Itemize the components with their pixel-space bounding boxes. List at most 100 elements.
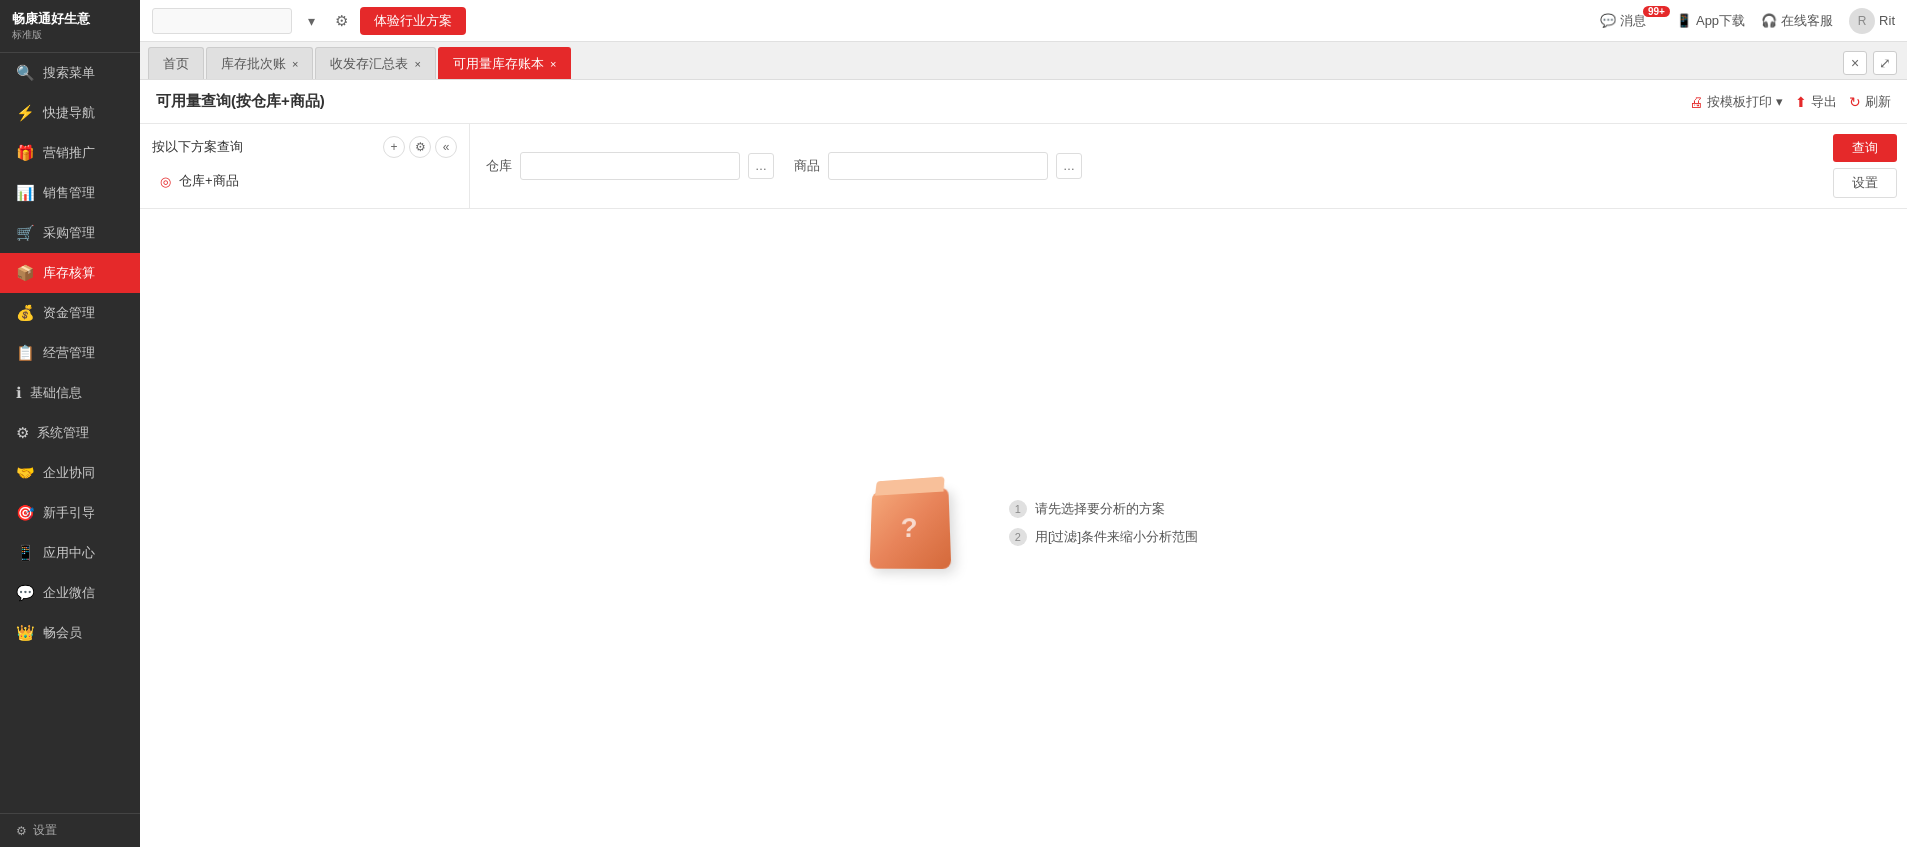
sidebar-item-operations[interactable]: 📋 经营管理 [0,333,140,373]
scheme-item[interactable]: ◎ 仓库+商品 [152,166,457,196]
service-icon: 🎧 [1761,13,1777,28]
tabs-bar-right: × ⤢ [1843,51,1907,79]
scheme-item-icon: ◎ [160,174,171,189]
sidebar-icon-enterprise: 🤝 [16,464,35,482]
sidebar-settings[interactable]: ⚙ 设置 [0,813,140,847]
service-btn[interactable]: 🎧 在线客服 [1761,12,1833,30]
sidebar-item-inventory[interactable]: 📦 库存核算 [0,253,140,293]
tab-summary[interactable]: 收发存汇总表 × [315,47,435,79]
sidebar-icon-purchase: 🛒 [16,224,35,242]
user-menu-btn[interactable]: R Rit [1849,8,1895,34]
msg-icon: 💬 [1600,13,1616,28]
add-scheme-btn[interactable]: + [383,136,405,158]
print-btn[interactable]: 🖨 按模板打印 ▾ [1689,93,1783,111]
sidebar-item-member[interactable]: 👑 畅会员 [0,613,140,653]
query-settings-btn[interactable]: 设置 [1833,168,1897,198]
sidebar-icon-marketing-promo: 🎁 [16,144,35,162]
msg-btn[interactable]: 💬 消息 99+ [1600,12,1660,30]
sidebar-settings-label: 设置 [33,822,57,839]
hint-text-2: 用[过滤]条件来缩小分析范围 [1035,528,1198,546]
sidebar-icon-shortcut: ⚡ [16,104,35,122]
sidebar-item-system[interactable]: ⚙ 系统管理 [0,413,140,453]
warehouse-input[interactable] [520,152,740,180]
empty-hint-1: 1 请先选择要分析的方案 [1009,500,1198,518]
sidebar-header: 畅康通好生意 标准版 [0,0,140,53]
tab-close-btn[interactable]: × [1843,51,1867,75]
topbar-gear-btn[interactable]: ⚙ [330,10,352,32]
hint-num-2: 2 [1009,528,1027,546]
brand-version: 标准版 [12,28,128,42]
sidebar-item-shortcut[interactable]: ⚡ 快捷导航 [0,93,140,133]
sidebar-label-shortcut: 快捷导航 [43,104,95,122]
empty-state: 1 请先选择要分析的方案 2 用[过滤]条件来缩小分析范围 [140,209,1907,847]
sidebar-icon-member: 👑 [16,624,35,642]
msg-label: 消息 [1620,12,1646,30]
app-download-btn[interactable]: 📱 App下载 [1676,12,1745,30]
sidebar-icon-basic-info: ℹ [16,384,22,402]
sidebar-item-app-center[interactable]: 📱 应用中心 [0,533,140,573]
goods-input[interactable] [828,152,1048,180]
tab-available-close[interactable]: × [550,58,556,70]
hint-num-1: 1 [1009,500,1027,518]
sidebar-item-enterprise[interactable]: 🤝 企业协同 [0,453,140,493]
sidebar-item-newcomer[interactable]: 🎯 新手引导 [0,493,140,533]
print-label: 按模板打印 [1707,93,1772,111]
query-sidebar-icons: + ⚙ « [383,136,457,158]
tab-home-label: 首页 [163,55,189,73]
username: Rit [1879,13,1895,28]
sidebar-icon-finance: 💰 [16,304,35,322]
sidebar-icon-app-center: 📱 [16,544,35,562]
sidebar-item-search[interactable]: 🔍 搜索菜单 [0,53,140,93]
topbar: ▾ ⚙ 体验行业方案 💬 消息 99+ 📱 App下载 🎧 在线客服 R Rit [140,0,1907,42]
sidebar-item-purchase[interactable]: 🛒 采购管理 [0,213,140,253]
tab-summary-close[interactable]: × [414,58,420,70]
warehouse-field: 仓库 … [486,152,774,180]
page-header: 可用量查询(按仓库+商品) 🖨 按模板打印 ▾ ⬆ 导出 ↻ 刷新 [140,80,1907,124]
tab-maximize-btn[interactable]: ⤢ [1873,51,1897,75]
collapse-btn[interactable]: « [435,136,457,158]
search-input[interactable] [152,8,292,34]
sidebar-item-wechat[interactable]: 💬 企业微信 [0,573,140,613]
tab-home[interactable]: 首页 [148,47,204,79]
sidebar-item-basic-info[interactable]: ℹ 基础信息 [0,373,140,413]
query-scheme-sidebar: 按以下方案查询 + ⚙ « ◎ 仓库+商品 [140,124,470,208]
sidebar-label-search: 搜索菜单 [43,64,95,82]
sidebar-label-operations: 经营管理 [43,344,95,362]
sidebar-label-newcomer: 新手引导 [43,504,95,522]
sidebar-item-finance[interactable]: 💰 资金管理 [0,293,140,333]
query-execute-btn[interactable]: 查询 [1833,134,1897,162]
topbar-right: 💬 消息 99+ 📱 App下载 🎧 在线客服 R Rit [1600,8,1895,34]
msg-badge: 99+ [1643,6,1670,17]
sidebar-label-member: 畅会员 [43,624,82,642]
tab-available-label: 可用量库存账本 [453,55,544,73]
trial-btn[interactable]: 体验行业方案 [360,7,466,35]
settings-icon: ⚙ [16,824,27,838]
empty-hints: 1 请先选择要分析的方案 2 用[过滤]条件来缩小分析范围 [1009,500,1198,556]
tabs-bar: 首页 库存批次账 × 收发存汇总表 × 可用量库存账本 × × ⤢ [140,42,1907,80]
sidebar-icon-operations: 📋 [16,344,35,362]
sidebar-label-finance: 资金管理 [43,304,95,322]
warehouse-more-btn[interactable]: … [748,153,774,179]
page-title: 可用量查询(按仓库+商品) [156,92,325,111]
goods-more-btn[interactable]: … [1056,153,1082,179]
sidebar-nav: 🔍 搜索菜单 ⚡ 快捷导航 🎁 营销推广 📊 销售管理 🛒 采购管理 📦 库存核… [0,53,140,813]
scheme-settings-btn[interactable]: ⚙ [409,136,431,158]
app-label: App下载 [1696,12,1745,30]
sidebar-label-purchase: 采购管理 [43,224,95,242]
sidebar-label-app-center: 应用中心 [43,544,95,562]
tab-batch-close[interactable]: × [292,58,298,70]
hint-text-1: 请先选择要分析的方案 [1035,500,1165,518]
sidebar-item-sales[interactable]: 📊 销售管理 [0,173,140,213]
dropdown-btn[interactable]: ▾ [300,10,322,32]
tab-summary-label: 收发存汇总表 [330,55,408,73]
sidebar-item-marketing-promo[interactable]: 🎁 营销推广 [0,133,140,173]
empty-illustration [849,468,969,588]
refresh-btn[interactable]: ↻ 刷新 [1849,93,1891,111]
export-btn[interactable]: ⬆ 导出 [1795,93,1837,111]
export-label: 导出 [1811,93,1837,111]
query-area: 按以下方案查询 + ⚙ « ◎ 仓库+商品 仓库 … 商品 [140,124,1907,209]
sidebar-icon-search: 🔍 [16,64,35,82]
tab-available[interactable]: 可用量库存账本 × [438,47,571,79]
print-dropdown-icon: ▾ [1776,94,1783,109]
tab-batch[interactable]: 库存批次账 × [206,47,313,79]
